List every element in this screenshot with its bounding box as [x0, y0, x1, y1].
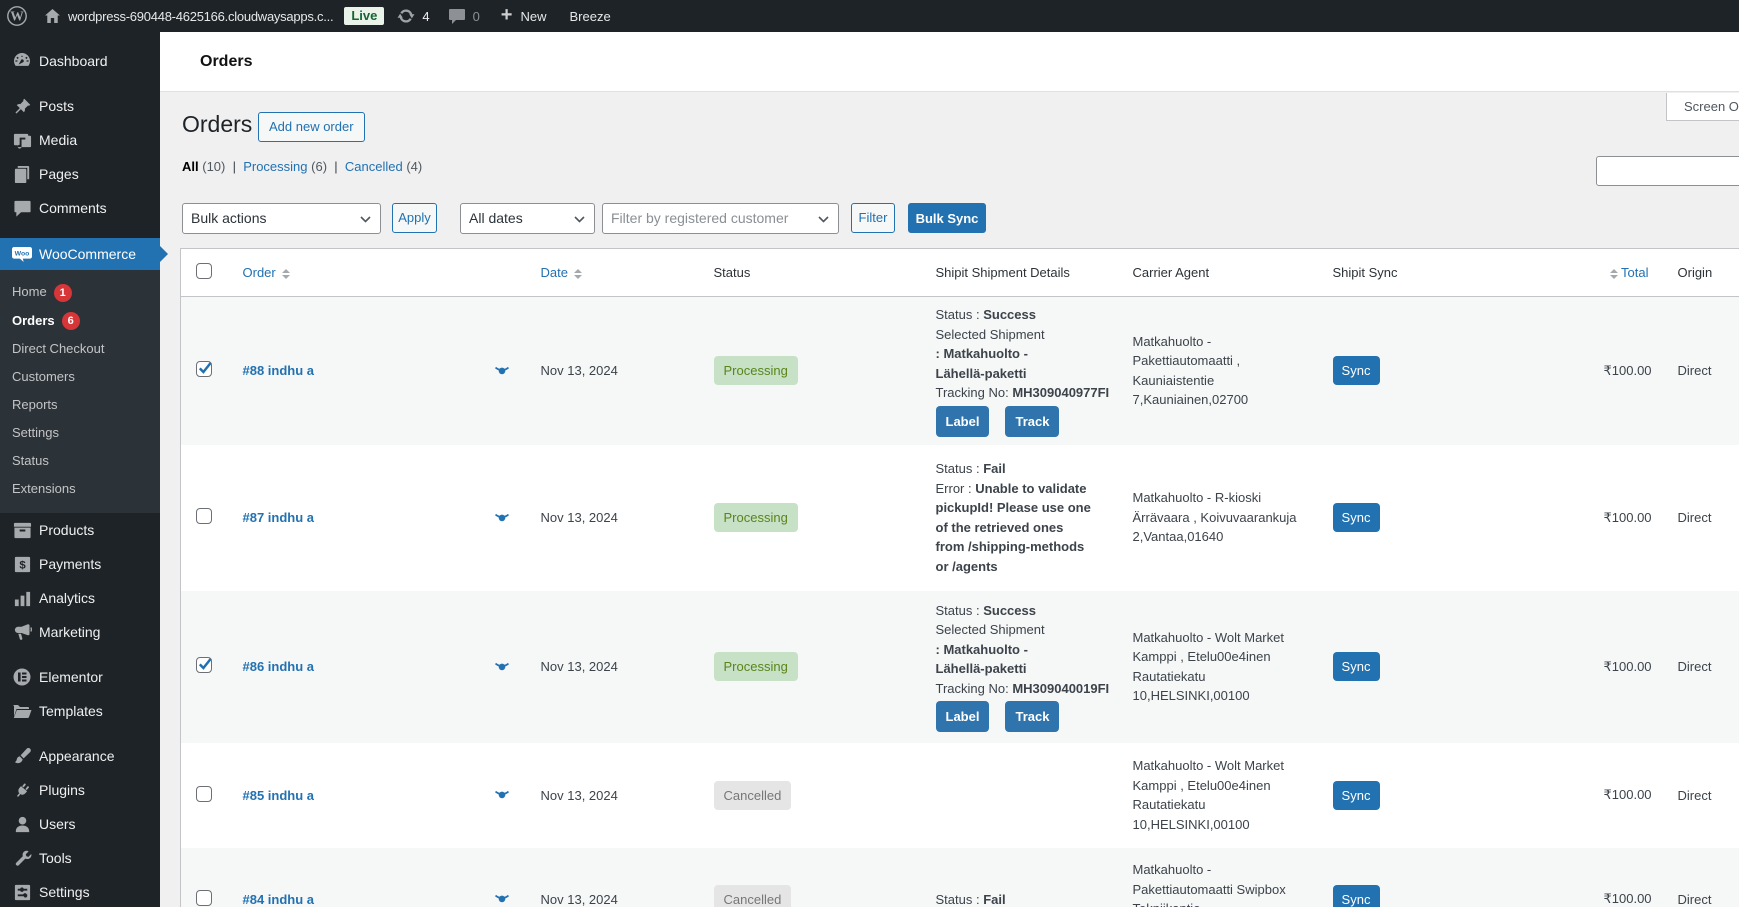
svg-text:W: W	[10, 9, 24, 24]
svg-text:$: $	[19, 559, 26, 571]
svg-text:Woo: Woo	[15, 250, 30, 257]
